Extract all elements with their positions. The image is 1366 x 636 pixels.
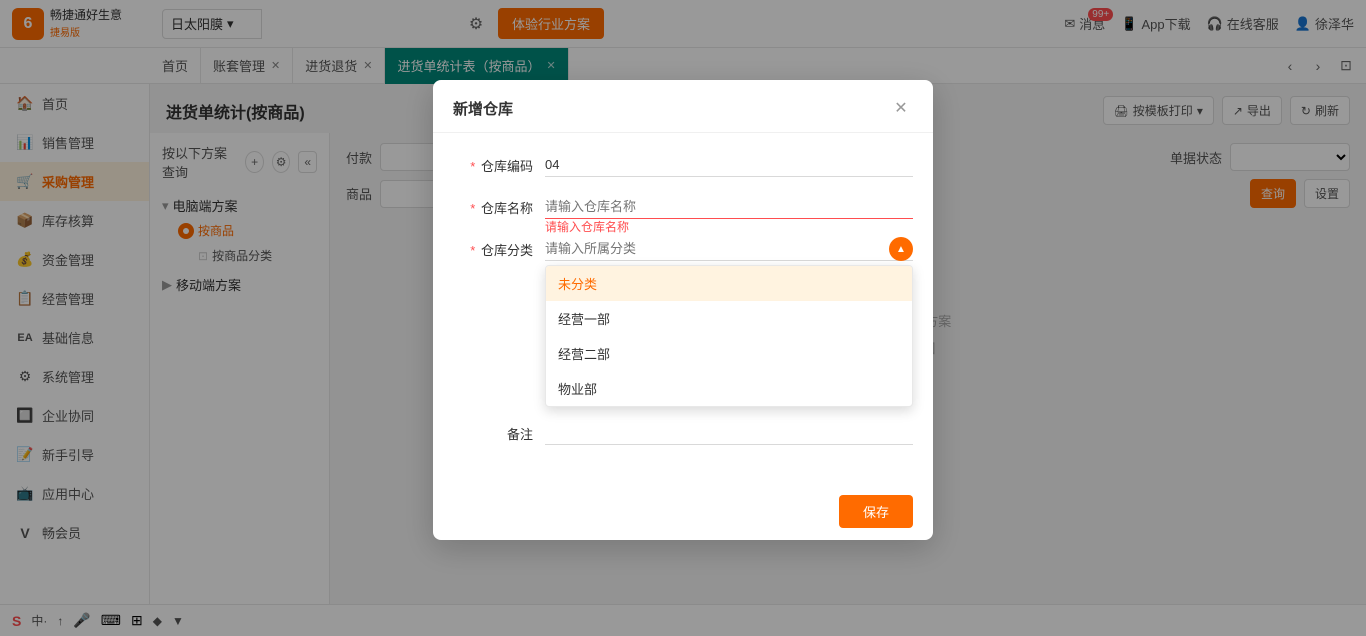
modal-overlay[interactable]: 新增仓库 ✕ * 仓库编码 * 仓库名称 [0, 0, 1366, 636]
code-field-row: * 仓库编码 [453, 153, 913, 177]
name-error-msg: 请输入仓库名称 [545, 218, 629, 235]
category-dropdown-list: 未分类 经营一部 经营二部 物业部 [545, 265, 913, 407]
notes-field-row: 备注 [453, 421, 913, 445]
notes-label: 备注 [453, 424, 533, 443]
name-field-row: * 仓库名称 请输入仓库名称 [453, 195, 913, 219]
dialog-body: * 仓库编码 * 仓库名称 请输入仓库名称 * [433, 133, 933, 483]
dialog-title: 新增仓库 [453, 98, 513, 119]
save-button[interactable]: 保存 [839, 495, 913, 528]
new-warehouse-dialog: 新增仓库 ✕ * 仓库编码 * 仓库名称 [433, 80, 933, 540]
category-input[interactable] [545, 237, 913, 261]
category-field-row: * 仓库分类 ▲ 未分类 经营一部 经营二部 [453, 237, 913, 261]
dropdown-item-property[interactable]: 物业部 [546, 371, 912, 406]
category-dropdown-toggle[interactable]: ▲ [889, 237, 913, 261]
code-input[interactable] [545, 153, 913, 177]
code-label: * 仓库编码 [453, 156, 533, 175]
dropdown-item-ops1[interactable]: 经营一部 [546, 301, 912, 336]
name-input[interactable] [545, 195, 913, 219]
category-select-area: ▲ [545, 237, 913, 261]
dialog-header: 新增仓库 ✕ [433, 80, 933, 133]
name-label: * 仓库名称 [453, 198, 533, 217]
dropdown-item-uncategorized[interactable]: 未分类 [546, 266, 912, 301]
dialog-close-btn[interactable]: ✕ [889, 96, 913, 120]
dialog-footer: 保存 [433, 483, 933, 540]
dropdown-item-ops2[interactable]: 经营二部 [546, 336, 912, 371]
notes-input[interactable] [545, 421, 913, 445]
category-label: * 仓库分类 [453, 240, 533, 259]
